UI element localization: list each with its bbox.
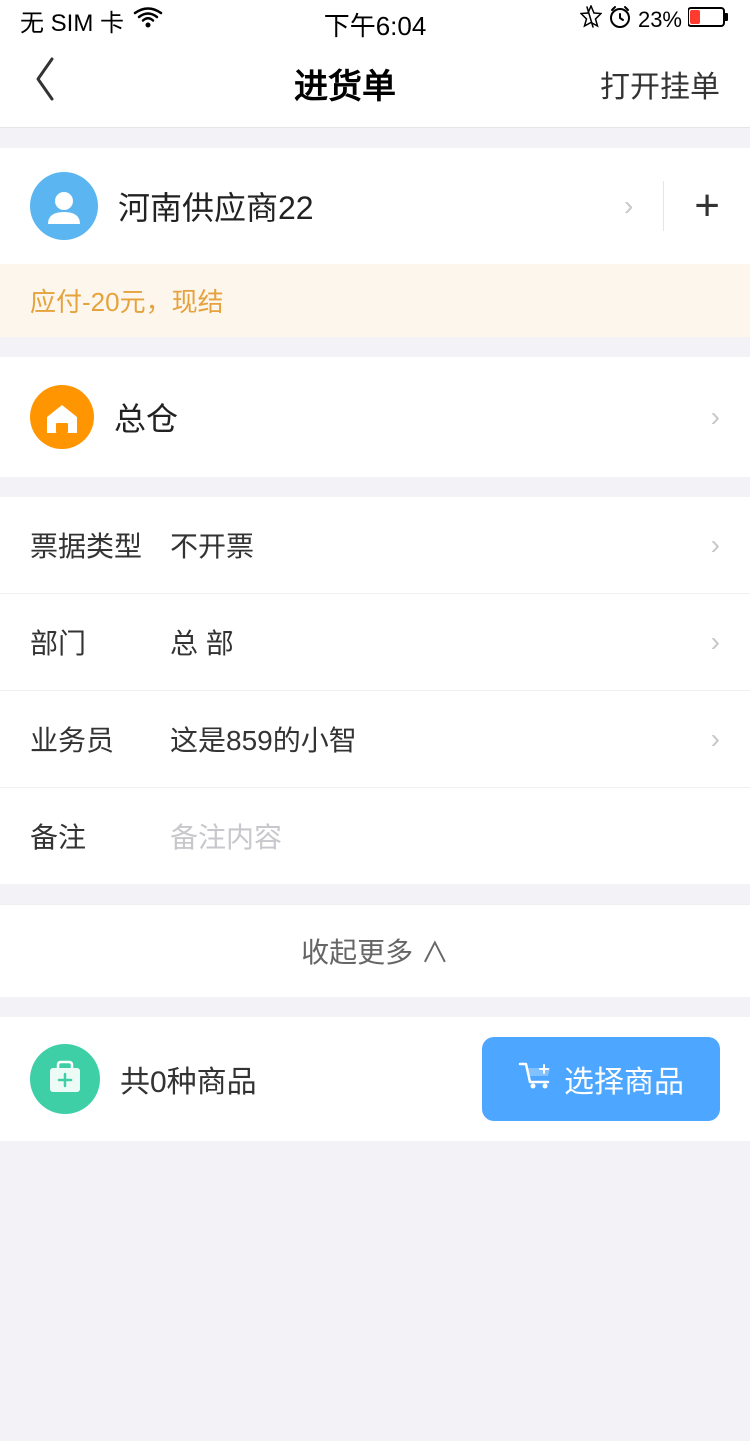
add-button[interactable]: + xyxy=(694,181,720,231)
warehouse-row[interactable]: 总仓 › xyxy=(0,357,750,477)
department-value: 总 部 xyxy=(160,622,701,662)
location-icon xyxy=(580,5,602,35)
back-button[interactable] xyxy=(30,54,90,113)
divider-top xyxy=(0,128,750,148)
cart-icon xyxy=(518,1060,554,1098)
department-label: 部门 xyxy=(30,622,160,662)
warehouse-icon xyxy=(30,385,94,449)
supplier-name: 河南供应商22 xyxy=(118,183,624,229)
supplier-divider xyxy=(663,181,664,231)
select-product-label: 选择商品 xyxy=(564,1057,684,1101)
salesperson-value: 这是859的小智 xyxy=(160,719,701,759)
supplier-avatar xyxy=(30,172,98,240)
wifi-icon xyxy=(132,5,164,36)
ticket-type-row[interactable]: 票据类型 不开票 › xyxy=(0,497,750,594)
department-row[interactable]: 部门 总 部 › xyxy=(0,594,750,691)
alarm-icon xyxy=(608,5,632,35)
department-chevron-icon: › xyxy=(711,626,720,658)
supplier-chevron-icon: › xyxy=(624,190,633,222)
nav-bar: 进货单 打开挂单 xyxy=(0,40,750,128)
form-section: 票据类型 不开票 › 部门 总 部 › 业务员 这是859的小智 › 备注 备注… xyxy=(0,497,750,884)
status-carrier: 无 SIM 卡 xyxy=(20,3,164,38)
notice-text: 应付-20元，现结 xyxy=(30,287,224,317)
open-pending-button[interactable]: 打开挂单 xyxy=(600,62,720,106)
remark-row[interactable]: 备注 备注内容 xyxy=(0,788,750,884)
warehouse-name: 总仓 xyxy=(114,394,711,440)
battery-text: 23% xyxy=(638,7,682,33)
ticket-type-chevron-icon: › xyxy=(711,529,720,561)
product-count: 共0种商品 xyxy=(120,1057,257,1101)
product-bar: 共0种商品 选择商品 xyxy=(0,1017,750,1141)
salesperson-row[interactable]: 业务员 这是859的小智 › xyxy=(0,691,750,788)
ticket-type-value: 不开票 xyxy=(160,525,701,565)
ticket-type-label: 票据类型 xyxy=(30,525,160,565)
status-bar: 无 SIM 卡 下午6:04 xyxy=(0,0,750,40)
remark-label: 备注 xyxy=(30,816,160,856)
remark-input[interactable]: 备注内容 xyxy=(160,816,720,856)
notice-bar: 应付-20元，现结 xyxy=(0,264,750,337)
page-title: 进货单 xyxy=(294,59,396,108)
select-product-button[interactable]: 选择商品 xyxy=(482,1037,720,1121)
battery-icon xyxy=(688,6,730,34)
supplier-row[interactable]: 河南供应商22 › + xyxy=(0,148,750,264)
salesperson-label: 业务员 xyxy=(30,719,160,759)
salesperson-chevron-icon: › xyxy=(711,723,720,755)
collapse-button[interactable]: 收起更多 ∧ xyxy=(0,904,750,997)
status-time: 下午6:04 xyxy=(324,6,427,43)
warehouse-chevron-icon: › xyxy=(711,401,720,433)
supplier-section: 河南供应商22 › + 应付-20元，现结 xyxy=(0,148,750,337)
status-icons: 23% xyxy=(580,5,730,35)
product-icon xyxy=(30,1044,100,1114)
page-rest xyxy=(0,1141,750,1441)
